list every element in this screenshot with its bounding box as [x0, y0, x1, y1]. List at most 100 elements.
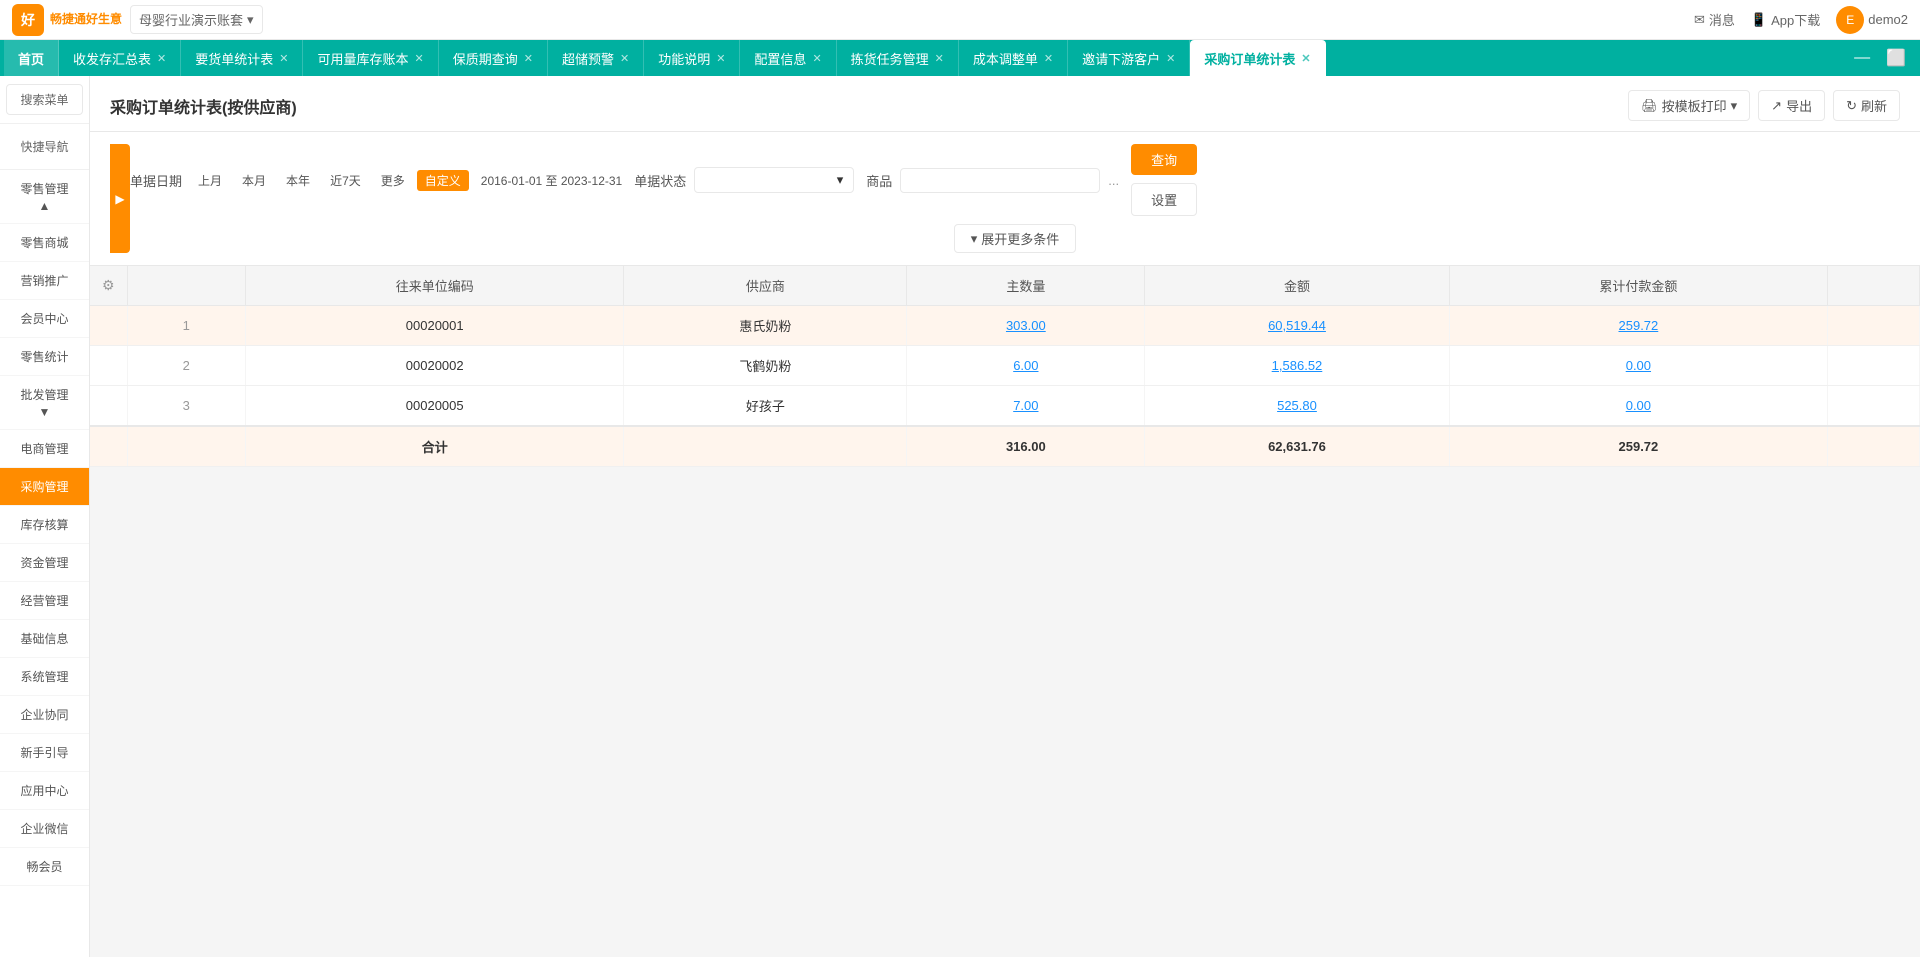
tab-label: 可用量库存账本: [317, 49, 408, 68]
shortcut-this-month[interactable]: 本月: [234, 170, 274, 191]
row-paid-amount[interactable]: 0.00: [1449, 386, 1827, 427]
tab-pick-task[interactable]: 拣货任务管理 ✕: [837, 40, 959, 76]
message-icon: ✉: [1694, 12, 1705, 28]
minimize-icon[interactable]: —: [1848, 47, 1876, 69]
sidebar-item-wholesale-manage[interactable]: 批发管理 ▼: [0, 376, 89, 430]
sidebar-item-new-guide[interactable]: 新手引导: [0, 734, 89, 772]
tab-home[interactable]: 首页: [4, 40, 59, 76]
close-icon[interactable]: ✕: [620, 52, 629, 65]
tab-inventory-book[interactable]: 可用量库存账本 ✕: [303, 40, 438, 76]
sidebar-item-enterprise-wechat[interactable]: 企业微信: [0, 810, 89, 848]
col-seq: [127, 266, 245, 306]
sidebar-item-label: 零售管理: [20, 180, 68, 197]
sidebar-item-marketing[interactable]: 营销推广: [0, 262, 89, 300]
sidebar-item-retail-stats[interactable]: 零售统计: [0, 338, 89, 376]
message-button[interactable]: ✉ 消息: [1694, 10, 1735, 29]
sidebar-item-member-center[interactable]: 会员中心: [0, 300, 89, 338]
col-main-qty: 主数量: [907, 266, 1145, 306]
tab-receive-summary[interactable]: 收发存汇总表 ✕: [59, 40, 181, 76]
row-paid-amount[interactable]: 0.00: [1449, 346, 1827, 386]
row-amount[interactable]: 525.80: [1145, 386, 1449, 427]
sidebar-item-system-manage[interactable]: 系统管理: [0, 658, 89, 696]
row-main-qty[interactable]: 7.00: [907, 386, 1145, 427]
user-area[interactable]: E demo2: [1836, 6, 1908, 34]
tab-purchase-summary[interactable]: 采购订单统计表 ✕: [1190, 40, 1325, 76]
shortcut-this-year[interactable]: 本年: [278, 170, 318, 191]
username: demo2: [1868, 12, 1908, 27]
close-icon[interactable]: ✕: [415, 52, 424, 65]
close-icon[interactable]: ✕: [1301, 52, 1310, 65]
tab-order-summary[interactable]: 要货单统计表 ✕: [181, 40, 303, 76]
row-supplier: 好孩子: [624, 386, 907, 427]
sidebar-item-finance[interactable]: 资金管理: [0, 544, 89, 582]
workspace-selector[interactable]: 母婴行业演示账套 ▾: [130, 5, 263, 34]
shortcut-last-month[interactable]: 上月: [190, 170, 230, 191]
expand-conditions-button[interactable]: ▾ 展开更多条件: [954, 224, 1077, 253]
settings-button[interactable]: 设置: [1131, 183, 1197, 216]
tab-actions: — ⬜: [1848, 46, 1920, 70]
status-select[interactable]: ▾: [694, 167, 854, 193]
close-icon[interactable]: ✕: [157, 52, 166, 65]
close-icon[interactable]: ✕: [1044, 52, 1053, 65]
filter-area: ▶ 单据日期 上月 本月 本年 近7天 更多 自定义: [90, 132, 1920, 266]
chevron-down-icon: ▾: [837, 172, 844, 188]
goods-input[interactable]: [900, 168, 1100, 193]
sidebar-item-purchase-manage[interactable]: 采购管理: [0, 468, 89, 506]
shortcut-more[interactable]: 更多: [373, 170, 413, 191]
print-button[interactable]: 🖨 按模板打印 ▾: [1628, 90, 1750, 121]
close-icon[interactable]: ✕: [1166, 52, 1175, 65]
row-amount[interactable]: 1,586.52: [1145, 346, 1449, 386]
export-button[interactable]: ↗ 导出: [1758, 90, 1825, 121]
column-settings-button[interactable]: ⚙: [102, 277, 115, 294]
tab-overstock-alert[interactable]: 超储预警 ✕: [548, 40, 644, 76]
sidebar-item-label: 应用中心: [20, 782, 68, 799]
close-icon[interactable]: ✕: [935, 52, 944, 65]
app-download-button[interactable]: 📱 App下载: [1751, 10, 1820, 29]
row-settings: [90, 346, 127, 386]
logo-area: 好 畅捷通好生意: [12, 4, 122, 36]
sidebar-item-basic-info[interactable]: 基础信息: [0, 620, 89, 658]
date-shortcuts: 上月 本月 本年 近7天 更多 自定义: [190, 170, 469, 191]
sidebar-item-enterprise-coop[interactable]: 企业协同: [0, 696, 89, 734]
sidebar-item-vip-member[interactable]: 畅会员: [0, 848, 89, 886]
logo-text: 畅捷通好生意: [50, 12, 122, 26]
row-main-qty[interactable]: 6.00: [907, 346, 1145, 386]
close-icon[interactable]: ✕: [812, 52, 821, 65]
refresh-button[interactable]: ↻ 刷新: [1833, 90, 1900, 121]
sidebar-item-inventory[interactable]: 库存核算: [0, 506, 89, 544]
more-filter-btn[interactable]: ...: [1108, 173, 1119, 188]
download-icon: 📱: [1751, 12, 1767, 28]
tab-config-info[interactable]: 配置信息 ✕: [740, 40, 836, 76]
sidebar-item-label: 营销推广: [20, 272, 68, 289]
query-button[interactable]: 查询: [1131, 144, 1197, 175]
close-icon[interactable]: ✕: [716, 52, 725, 65]
tab-invite-downstream[interactable]: 邀请下游客户 ✕: [1068, 40, 1190, 76]
sidebar-item-retail-manage[interactable]: 零售管理 ▲: [0, 170, 89, 224]
close-icon[interactable]: ✕: [524, 52, 533, 65]
tab-function-desc[interactable]: 功能说明 ✕: [644, 40, 740, 76]
search-menu-button[interactable]: 搜索菜单: [6, 84, 83, 115]
sidebar-item-label: 经营管理: [20, 592, 68, 609]
sidebar-item-ops-manage[interactable]: 经营管理: [0, 582, 89, 620]
close-icon[interactable]: ✕: [279, 52, 288, 65]
custom-date-badge[interactable]: 自定义: [417, 170, 469, 191]
sidebar-item-app-center[interactable]: 应用中心: [0, 772, 89, 810]
chevron-icon: ▲: [39, 199, 51, 213]
quick-nav-section: 快捷导航: [0, 124, 89, 170]
top-bar-right: ✉ 消息 📱 App下载 E demo2: [1694, 6, 1908, 34]
row-paid-amount[interactable]: 259.72: [1449, 306, 1827, 346]
filter-toggle-button[interactable]: ▶: [110, 144, 130, 253]
print-icon: 🖨: [1641, 98, 1658, 114]
row-amount[interactable]: 60,519.44: [1145, 306, 1449, 346]
sidebar-item-label: 新手引导: [20, 744, 68, 761]
sidebar-item-retail-mall[interactable]: 零售商城: [0, 224, 89, 262]
tab-expiry-query[interactable]: 保质期查询 ✕: [439, 40, 548, 76]
quick-nav-button[interactable]: 快捷导航: [6, 132, 83, 161]
maximize-icon[interactable]: ⬜: [1880, 46, 1912, 70]
sidebar-item-ecommerce[interactable]: 电商管理: [0, 430, 89, 468]
shortcut-7days[interactable]: 近7天: [322, 170, 369, 191]
row-seq: 1: [127, 306, 245, 346]
tab-cost-adjust[interactable]: 成本调整单 ✕: [959, 40, 1068, 76]
workspace-label: 母婴行业演示账套: [139, 10, 243, 29]
row-main-qty[interactable]: 303.00: [907, 306, 1145, 346]
